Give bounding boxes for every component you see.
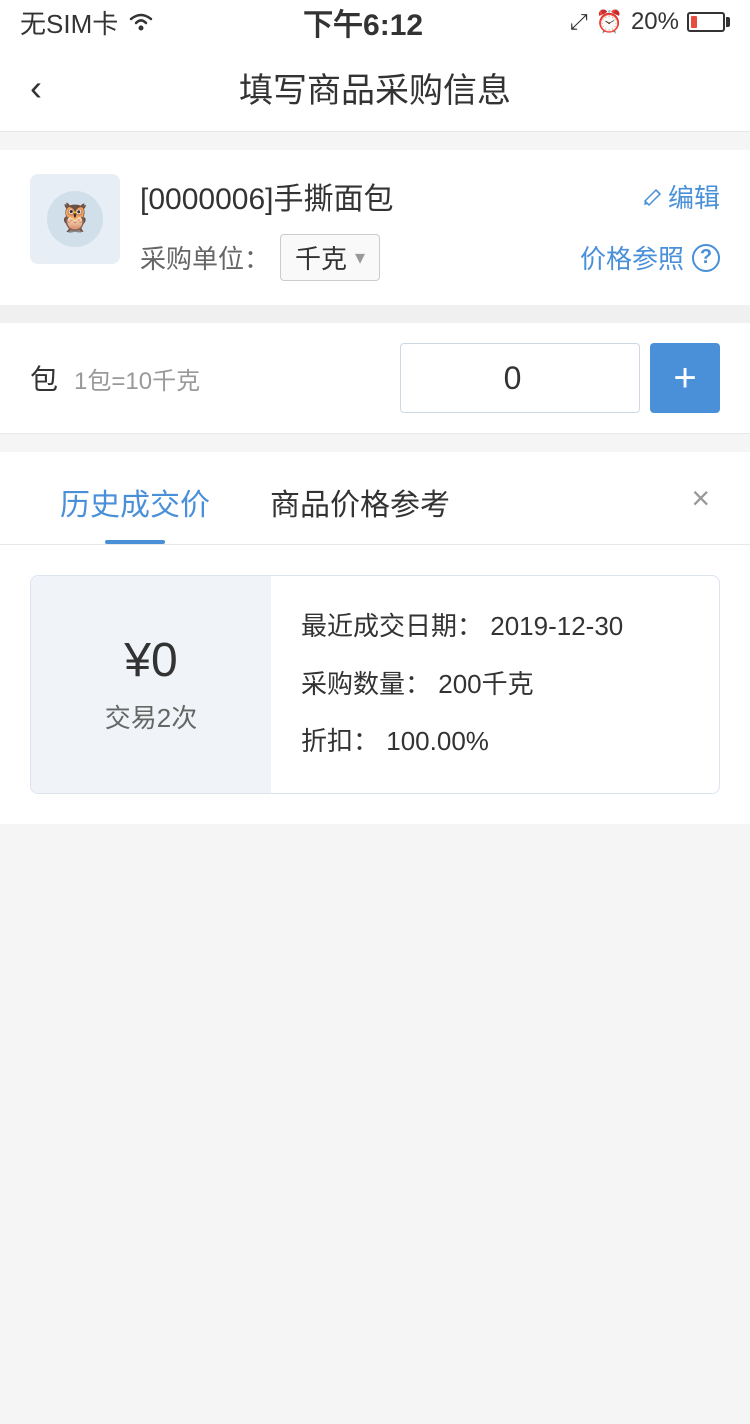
tab-price-ref-label: 商品价格参考: [270, 489, 450, 522]
help-icon: ?: [692, 244, 720, 272]
history-content: ¥0 交易2次 最近成交日期： 2019-12-30 采购数量： 200千克 折…: [0, 545, 750, 824]
discount-row: 折扣： 100.00%: [301, 721, 689, 763]
product-logo-icon: 🦉: [45, 189, 105, 249]
unit-row: 采购单位： 千克 ▾ 价格参照 ?: [140, 234, 720, 281]
unit-value: 千克: [295, 239, 347, 276]
status-left: 无SIM卡: [20, 4, 156, 41]
history-price: ¥0: [124, 633, 177, 688]
price-ref-label: 价格参照: [580, 239, 684, 276]
status-right: ⤢ ⏰ 20%: [570, 8, 730, 36]
tabs-section: 历史成交价 商品价格参考 × ¥0 交易2次 最近成交日期： 2019-12-3…: [0, 452, 750, 824]
product-header: 🦉 [0000006]手撕面包 编辑 采购单位：: [30, 174, 720, 281]
edit-button[interactable]: 编辑: [642, 178, 720, 215]
tab-history-price[interactable]: 历史成交价: [30, 452, 240, 544]
nav-header: ‹ 填写商品采购信息: [0, 44, 750, 132]
product-info: [0000006]手撕面包 编辑 采购单位： 千克 ▾: [140, 174, 720, 281]
location-icon: ⤢: [570, 9, 588, 35]
edit-icon: [642, 185, 664, 207]
chevron-down-icon: ▾: [355, 245, 365, 270]
recent-date-label: 最近成交日期：: [301, 611, 483, 641]
discount-value: 100.00%: [386, 726, 489, 756]
recent-date-value: 2019-12-30: [490, 611, 623, 641]
tab-price-ref[interactable]: 商品价格参考: [240, 452, 480, 544]
unit-selector[interactable]: 千克 ▾: [280, 234, 380, 281]
status-time: 下午6:12: [303, 0, 423, 44]
tab-history-label: 历史成交价: [60, 489, 210, 522]
discount-label: 折扣：: [301, 726, 379, 756]
quantity-hint: 1包=10千克: [74, 361, 400, 396]
status-bar: 无SIM卡 下午6:12 ⤢ ⏰ 20%: [0, 0, 750, 44]
history-transactions: 交易2次: [105, 698, 197, 735]
price-ref-button[interactable]: 价格参照 ?: [580, 239, 720, 276]
page-title: 填写商品采购信息: [239, 63, 511, 112]
quantity-row: 包 1包=10千克 +: [0, 323, 750, 434]
product-name: [0000006]手撕面包: [140, 174, 393, 218]
back-button[interactable]: ‹: [20, 57, 52, 119]
tabs-header: 历史成交价 商品价格参考 ×: [0, 452, 750, 545]
history-card: ¥0 交易2次 最近成交日期： 2019-12-30 采购数量： 200千克 折…: [30, 575, 720, 794]
purchase-qty-label: 采购数量：: [301, 669, 431, 699]
close-button[interactable]: ×: [681, 470, 720, 527]
history-left-panel: ¥0 交易2次: [31, 576, 271, 793]
quantity-input[interactable]: [400, 343, 640, 413]
quantity-plus-button[interactable]: +: [650, 343, 720, 413]
history-right-panel: 最近成交日期： 2019-12-30 采购数量： 200千克 折扣： 100.0…: [271, 576, 719, 793]
product-card: 🦉 [0000006]手撕面包 编辑 采购单位：: [0, 150, 750, 305]
battery-icon: [687, 12, 730, 32]
product-thumbnail: 🦉: [30, 174, 120, 264]
svg-text:🦉: 🦉: [58, 202, 93, 234]
purchase-qty-row: 采购数量： 200千克: [301, 664, 689, 706]
alarm-icon: ⏰: [596, 9, 623, 35]
carrier-text: 无SIM卡: [20, 4, 118, 41]
tab-active-indicator: [105, 540, 165, 544]
quantity-unit-label: 包: [30, 358, 58, 398]
recent-date-row: 最近成交日期： 2019-12-30: [301, 606, 689, 648]
product-name-row: [0000006]手撕面包 编辑: [140, 174, 720, 218]
wifi-icon: [126, 7, 156, 38]
battery-percent: 20%: [631, 8, 679, 36]
section-divider: [0, 305, 750, 323]
unit-label: 采购单位：: [140, 239, 270, 276]
purchase-qty-value: 200千克: [438, 669, 533, 699]
